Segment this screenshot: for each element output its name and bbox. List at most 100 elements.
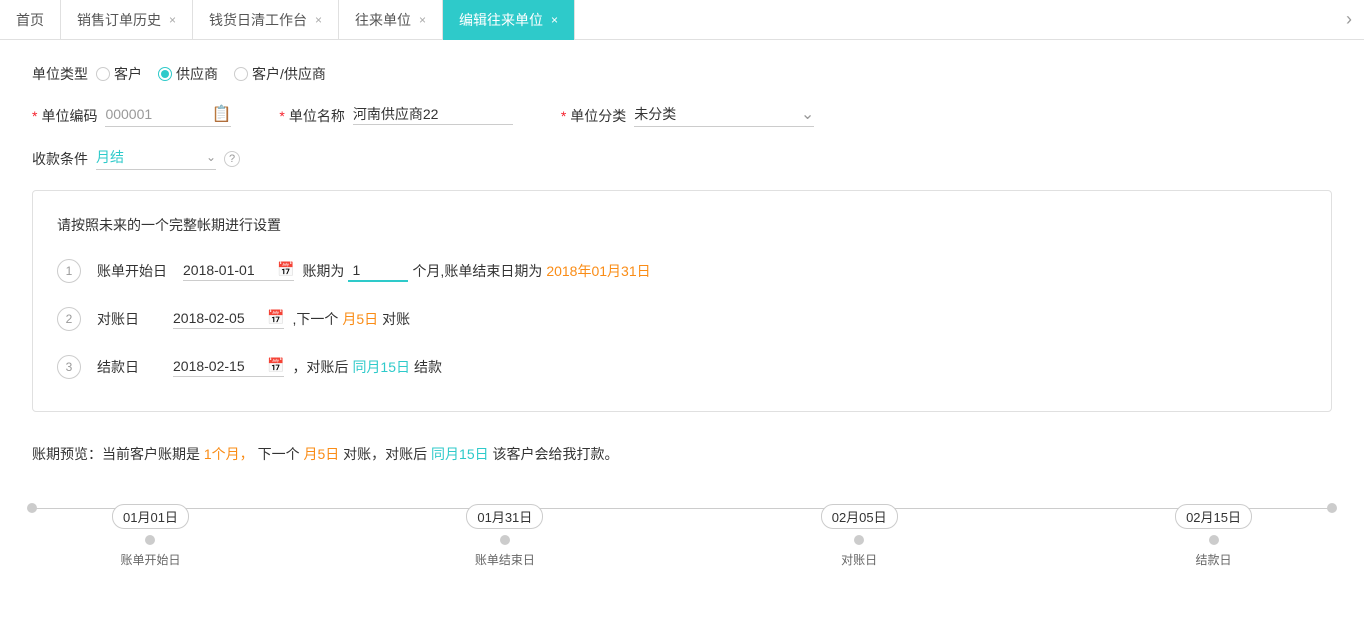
unit-code-field: * 单位编码 📋 <box>32 104 231 127</box>
preview-reconcile-orange: 月5日 <box>303 446 339 462</box>
close-edit-partner-icon[interactable]: × <box>551 13 558 27</box>
period-desc-3-suffix: 结款 <box>414 357 442 377</box>
unit-code-input[interactable] <box>105 106 205 122</box>
period-box-title: 请按照未来的一个完整帐期进行设置 <box>57 215 1307 235</box>
period-row-2: 2 对账日 📅 ,下一个 月5日 对账 <box>57 307 1307 331</box>
unit-type-row: 单位类型 客户 供应商 客户/供应商 <box>32 64 1332 84</box>
timeline-point-4: 02月15日 结款日 <box>1175 504 1252 568</box>
radio-customer[interactable]: 客户 <box>96 64 142 84</box>
period-desc-2-highlight: 月5日 <box>342 309 378 329</box>
tab-partner-unit[interactable]: 往来单位 × <box>339 0 443 40</box>
period-desc-2-prefix: ,下一个 <box>292 309 338 329</box>
copy-icon[interactable]: 📋 <box>211 104 231 124</box>
radio-customer-label: 客户 <box>114 64 142 84</box>
timeline-label-2: 账单结束日 <box>475 551 535 568</box>
period-desc-2-suffix: 对账 <box>382 309 410 329</box>
preview-label: 账期预览：当前客户账期是 <box>32 446 200 462</box>
unit-category-arrow-icon[interactable]: ⌄ <box>801 104 814 124</box>
preview-payment-teal: 同月15日 <box>431 446 489 462</box>
close-partner-unit-icon[interactable]: × <box>419 13 426 27</box>
period-date-3-wrapper: 📅 <box>173 357 284 377</box>
period-number-2: 2 <box>57 307 81 331</box>
timeline-badge-2: 01月31日 <box>466 504 543 529</box>
timeline-point-2: 01月31日 账单结束日 <box>466 504 543 568</box>
period-date-2-wrapper: 📅 <box>173 309 284 329</box>
tab-home-label: 首页 <box>16 10 44 30</box>
unit-category-select[interactable]: 未分类 ⌄ <box>634 104 814 127</box>
calendar-3-icon[interactable]: 📅 <box>267 357 284 374</box>
preview-reconcile-prefix: 下一个 <box>258 446 300 462</box>
period-box: 请按照未来的一个完整帐期进行设置 1 账单开始日 📅 账期为 个月,账单结束日期… <box>32 190 1332 412</box>
period-number-1: 1 <box>57 259 81 283</box>
period-date-1-input[interactable] <box>183 262 273 278</box>
timeline-dot-4 <box>1209 535 1219 545</box>
tab-edit-partner[interactable]: 编辑往来单位 × <box>443 0 575 40</box>
timeline-wrapper: 01月01日 账单开始日 01月31日 账单结束日 02月05日 对账日 02月… <box>32 488 1332 600</box>
radio-supplier-label: 供应商 <box>176 64 218 84</box>
radio-supplier-circle <box>158 67 172 81</box>
payment-terms-label: 收款条件 <box>32 149 88 169</box>
period-date-3-input[interactable] <box>173 358 263 374</box>
tab-expand-button[interactable]: › <box>1334 9 1364 30</box>
preview-period-orange: 1个月， <box>204 446 254 462</box>
timeline-badge-1: 01月01日 <box>112 504 189 529</box>
payment-terms-field: 收款条件 月结 ⌄ ? <box>32 147 240 170</box>
tab-bar: 首页 销售订单历史 × 钱货日清工作台 × 往来单位 × 编辑往来单位 × › <box>0 0 1364 40</box>
unit-type-field: 单位类型 客户 供应商 客户/供应商 <box>32 64 326 84</box>
timeline-dot-2 <box>500 535 510 545</box>
tab-home[interactable]: 首页 <box>0 0 61 40</box>
tab-sales-history[interactable]: 销售订单历史 × <box>61 0 193 40</box>
preview-text: 账期预览：当前客户账期是 1个月， 下一个 月5日 对账，对账后 同月15日 该… <box>32 444 1332 464</box>
timeline-point-3: 02月05日 对账日 <box>821 504 898 568</box>
radio-both[interactable]: 客户/供应商 <box>234 64 326 84</box>
calendar-2-icon[interactable]: 📅 <box>267 309 284 326</box>
tab-edit-partner-label: 编辑往来单位 <box>459 10 543 30</box>
timeline-dot-1 <box>145 535 155 545</box>
preview-end-suffix: 该客户会给我打款。 <box>493 446 619 462</box>
unit-name-input[interactable] <box>353 106 513 122</box>
period-desc-1-prefix: 账期为 <box>302 261 344 281</box>
period-date-2-input[interactable] <box>173 310 263 326</box>
unit-name-field: * 单位名称 <box>279 106 512 126</box>
unit-category-field: * 单位分类 未分类 ⌄ <box>561 104 814 127</box>
unit-type-radio-group: 客户 供应商 客户/供应商 <box>96 64 326 84</box>
preview-reconcile-suffix: 对账，对账后 <box>343 446 427 462</box>
unit-code-label: 单位编码 <box>41 106 97 126</box>
unit-category-label: 单位分类 <box>570 106 626 126</box>
radio-supplier[interactable]: 供应商 <box>158 64 218 84</box>
radio-both-label: 客户/供应商 <box>252 64 326 84</box>
unit-code-star: * <box>32 108 37 124</box>
unit-name-star: * <box>279 108 284 124</box>
unit-type-label: 单位类型 <box>32 64 88 84</box>
period-desc-3-prefix: ，对账后 <box>292 357 348 377</box>
timeline-label-1: 账单开始日 <box>120 551 180 568</box>
timeline-badge-3: 02月05日 <box>821 504 898 529</box>
tab-cash-workbench[interactable]: 钱货日清工作台 × <box>193 0 339 40</box>
unit-name-label: 单位名称 <box>289 106 345 126</box>
tab-partner-unit-label: 往来单位 <box>355 10 411 30</box>
period-desc-1: 账期为 个月,账单结束日期为 2018年01月31日 <box>302 260 650 282</box>
period-month-input[interactable] <box>348 260 408 282</box>
tab-cash-workbench-label: 钱货日清工作台 <box>209 10 307 30</box>
period-field-label-2: 对账日 <box>97 309 157 329</box>
timeline-dot-3 <box>854 535 864 545</box>
preview-section: 账期预览：当前客户账期是 1个月， 下一个 月5日 对账，对账后 同月15日 该… <box>32 428 1332 600</box>
timeline-badge-4: 02月15日 <box>1175 504 1252 529</box>
timeline-label-3: 对账日 <box>841 551 877 568</box>
tab-sales-history-label: 销售订单历史 <box>77 10 161 30</box>
unit-category-value: 未分类 <box>634 104 795 124</box>
payment-terms-arrow-icon[interactable]: ⌄ <box>206 150 216 164</box>
radio-customer-circle <box>96 67 110 81</box>
close-cash-workbench-icon[interactable]: × <box>315 13 322 27</box>
period-desc-3-highlight: 同月15日 <box>352 357 410 377</box>
calendar-1-icon[interactable]: 📅 <box>277 261 294 278</box>
timeline-label-4: 结款日 <box>1196 551 1232 568</box>
timeline-point-1: 01月01日 账单开始日 <box>112 504 189 568</box>
close-sales-history-icon[interactable]: × <box>169 13 176 27</box>
help-icon[interactable]: ? <box>224 151 240 167</box>
payment-terms-value: 月结 <box>96 147 200 167</box>
payment-terms-dropdown[interactable]: 月结 ⌄ <box>96 147 216 170</box>
radio-both-circle <box>234 67 248 81</box>
period-desc-1-suffix: 个月,账单结束日期为 <box>412 261 542 281</box>
period-field-label-3: 结款日 <box>97 357 157 377</box>
